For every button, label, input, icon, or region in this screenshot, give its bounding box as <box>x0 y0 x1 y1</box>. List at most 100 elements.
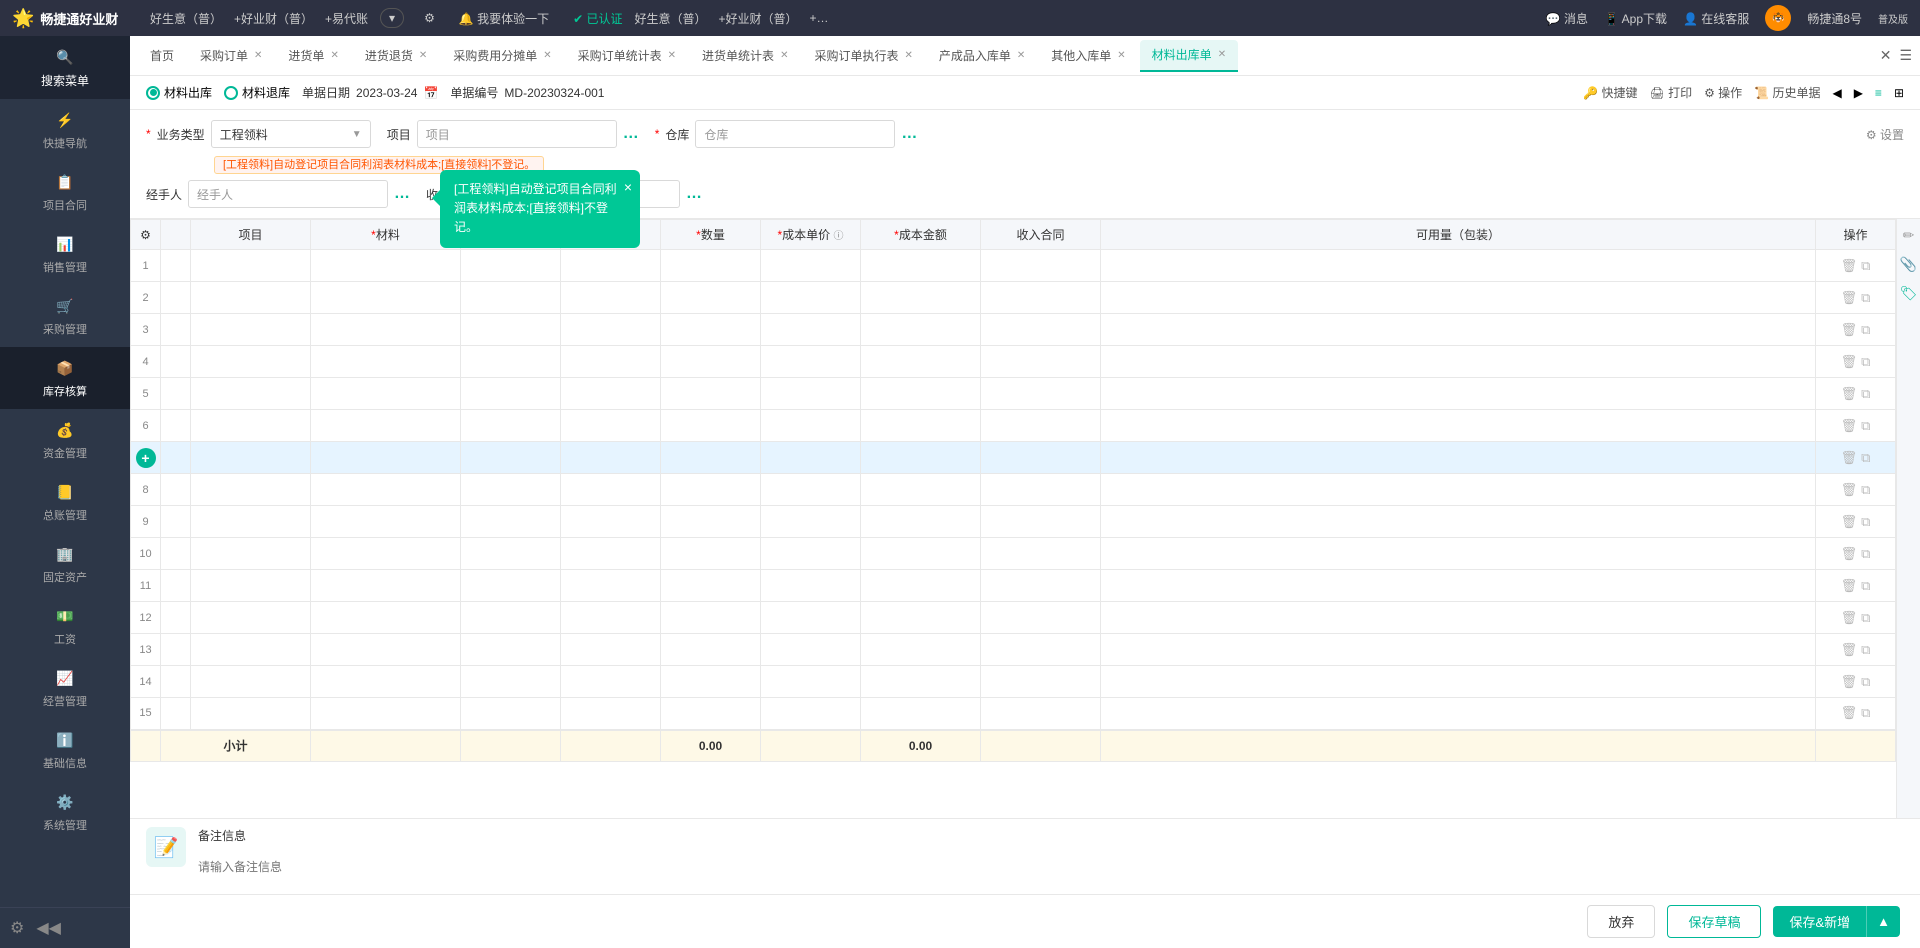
tab-purchase-expense-close[interactable]: ✕ <box>543 50 551 61</box>
page-settings-btn[interactable]: ⚙ 设置 <box>1866 128 1904 142</box>
row-delete-btn-11[interactable]: 🗑 <box>1841 578 1858 594</box>
row-delete-btn-14[interactable]: 🗑 <box>1841 674 1858 690</box>
tab-goods-return-close[interactable]: ✕ <box>419 50 427 61</box>
row-copy-btn-10[interactable]: ⧉ <box>1861 546 1870 562</box>
row-delete-btn-10[interactable]: 🗑 <box>1841 546 1858 562</box>
row-delete-btn-1[interactable]: 🗑 <box>1841 258 1858 274</box>
handler-search-btn[interactable]: … <box>394 185 410 203</box>
sidebar-item-accounting[interactable]: 📒 总账管理 <box>0 471 130 533</box>
row-delete-btn-12[interactable]: 🗑 <box>1841 610 1858 626</box>
nav-haoshengyi[interactable]: 好生意（普） <box>150 10 222 27</box>
sidebar-item-purchase[interactable]: 🛒 采购管理 <box>0 285 130 347</box>
tab-product-in[interactable]: 产成品入库单 ✕ <box>927 40 1037 72</box>
date-value[interactable]: 2023-03-24 <box>356 86 417 100</box>
col-settings[interactable]: ⚙ <box>131 220 161 250</box>
tab-home[interactable]: 首页 <box>138 40 186 72</box>
tab-material-out[interactable]: 材料出库单 ✕ <box>1140 40 1238 72</box>
tab-material-out-close[interactable]: ✕ <box>1218 49 1226 60</box>
tab-product-in-close[interactable]: ✕ <box>1017 50 1025 61</box>
notes-input[interactable] <box>198 848 1904 886</box>
row-delete-btn-3[interactable]: 🗑 <box>1841 322 1858 338</box>
online-service-btn[interactable]: 👤 在线客服 <box>1683 10 1749 27</box>
save-draft-btn[interactable]: 保存草稿 <box>1667 905 1761 938</box>
shortcut-btn[interactable]: 🔑 快捷键 <box>1583 84 1637 101</box>
row-delete-btn-5[interactable]: 🗑 <box>1841 386 1858 402</box>
row-copy-btn-6[interactable]: ⧉ <box>1861 418 1870 434</box>
nav-gear-icon[interactable]: ⚙ <box>424 11 435 25</box>
app-download-btn[interactable]: 📱 App下载 <box>1604 10 1667 27</box>
row-copy-btn-13[interactable]: ⧉ <box>1861 642 1870 658</box>
nav-yidaizhang[interactable]: +易代账 <box>325 10 368 27</box>
tab-goods-return[interactable]: 进货退货 ✕ <box>353 40 439 72</box>
row-copy-btn-4[interactable]: ⧉ <box>1861 354 1870 370</box>
sidebar-settings-btn[interactable]: ⚙ <box>10 918 24 938</box>
tab-purchase-order-close[interactable]: ✕ <box>254 50 262 61</box>
row-delete-btn-4[interactable]: 🗑 <box>1841 354 1858 370</box>
sidebar-item-sys-mgmt[interactable]: ⚙️ 系统管理 <box>0 781 130 843</box>
income-contract-search-btn[interactable]: … <box>686 185 702 203</box>
save-new-main-btn[interactable]: 保存&新增 <box>1773 906 1866 937</box>
tooltip-close-btn[interactable]: × <box>624 176 632 198</box>
nav-more-dropdown[interactable]: ▾ <box>380 8 404 28</box>
radio-material-out[interactable]: 材料出库 <box>146 84 212 101</box>
row-copy-btn-8[interactable]: ⧉ <box>1861 482 1870 498</box>
message-btn[interactable]: 💬 消息 <box>1546 10 1588 27</box>
tab-purchase-stats[interactable]: 采购订单统计表 ✕ <box>566 40 688 72</box>
history-btn[interactable]: 📜 历史单据 <box>1754 84 1820 101</box>
tab-other-in-close[interactable]: ✕ <box>1117 50 1125 61</box>
row-delete-btn-13[interactable]: 🗑 <box>1841 642 1858 658</box>
row-delete-btn-7[interactable]: 🗑 <box>1841 450 1858 466</box>
row-delete-btn-2[interactable]: 🗑 <box>1841 290 1858 306</box>
save-new-arrow-btn[interactable]: ▲ <box>1866 906 1900 937</box>
sidebar-item-sales[interactable]: 📊 销售管理 <box>0 223 130 285</box>
row-delete-btn-6[interactable]: 🗑 <box>1841 418 1858 434</box>
nav-experience[interactable]: 🔔 我要体验一下 <box>459 10 549 27</box>
nav-haoyecai[interactable]: +好业财（普） <box>234 10 313 27</box>
tab-goods-receipt-close[interactable]: ✕ <box>330 50 338 61</box>
handler-input[interactable]: 经手人 <box>188 180 388 208</box>
sidebar-item-biz-mgmt[interactable]: 📈 经营管理 <box>0 657 130 719</box>
sidebar-item-payroll[interactable]: 💵 工资 <box>0 595 130 657</box>
add-row-btn[interactable]: + <box>136 448 156 468</box>
row-copy-btn-2[interactable]: ⧉ <box>1861 290 1870 306</box>
row-copy-btn-9[interactable]: ⧉ <box>1861 514 1870 530</box>
sidebar-item-project[interactable]: 📋 项目合同 <box>0 161 130 223</box>
sidebar-item-finance[interactable]: 💰 资金管理 <box>0 409 130 471</box>
calendar-icon[interactable]: 📅 <box>423 86 438 100</box>
cost-info-icon[interactable]: ⓘ <box>834 231 844 242</box>
list-view-btn[interactable]: ≡ <box>1875 86 1882 100</box>
row-7-input-1[interactable] <box>165 451 186 465</box>
row-copy-btn-5[interactable]: ⧉ <box>1861 386 1870 402</box>
tab-purchase-stats-close[interactable]: ✕ <box>668 50 676 61</box>
row-copy-btn-7[interactable]: ⧉ <box>1861 450 1870 466</box>
sidebar-collapse-btn[interactable]: ◀◀ <box>36 918 61 938</box>
tab-purchase-expense[interactable]: 采购费用分摊单 ✕ <box>441 40 563 72</box>
row-7-input-2[interactable] <box>195 451 306 465</box>
sidebar-item-quicknav[interactable]: ⚡ 快捷导航 <box>0 99 130 161</box>
row-copy-btn-14[interactable]: ⧉ <box>1861 674 1870 690</box>
tab-goods-stats-close[interactable]: ✕ <box>780 50 788 61</box>
sidebar-item-inventory[interactable]: 📦 库存核算 <box>0 347 130 409</box>
tab-goods-stats[interactable]: 进货单统计表 ✕ <box>690 40 800 72</box>
operations-btn[interactable]: ⚙ 操作 <box>1704 84 1742 101</box>
row-copy-btn-3[interactable]: ⧉ <box>1861 322 1870 338</box>
sidebar-item-fixed-assets[interactable]: 🏢 固定资产 <box>0 533 130 595</box>
tab-close-all-btn[interactable]: ✕ <box>1880 47 1892 64</box>
nav-more[interactable]: +… <box>810 11 829 25</box>
discard-btn[interactable]: 放弃 <box>1587 905 1655 938</box>
tab-purchase-exec-close[interactable]: ✕ <box>904 50 912 61</box>
nav-haoshengyi2[interactable]: 好生意（普） <box>635 10 707 27</box>
tab-purchase-exec[interactable]: 采购订单执行表 ✕ <box>802 40 924 72</box>
radio-material-return[interactable]: 材料退库 <box>224 84 290 101</box>
warehouse-input[interactable]: 仓库 <box>695 120 895 148</box>
tab-purchase-order[interactable]: 采购订单 ✕ <box>188 40 274 72</box>
tab-goods-receipt[interactable]: 进货单 ✕ <box>276 40 350 72</box>
sidebar-item-basic-info[interactable]: ℹ️ 基础信息 <box>0 719 130 781</box>
right-panel-attachment-icon[interactable]: 📎 <box>1900 256 1917 273</box>
row-delete-btn-9[interactable]: 🗑 <box>1841 514 1858 530</box>
row-delete-btn-8[interactable]: 🗑 <box>1841 482 1858 498</box>
row-copy-btn-11[interactable]: ⧉ <box>1861 578 1870 594</box>
right-panel-flag-icon[interactable]: 🏷 <box>1900 285 1918 302</box>
right-panel-edit-icon[interactable]: ✏ <box>1903 227 1915 244</box>
biz-type-input[interactable]: 工程领料 ▼ <box>211 120 371 148</box>
